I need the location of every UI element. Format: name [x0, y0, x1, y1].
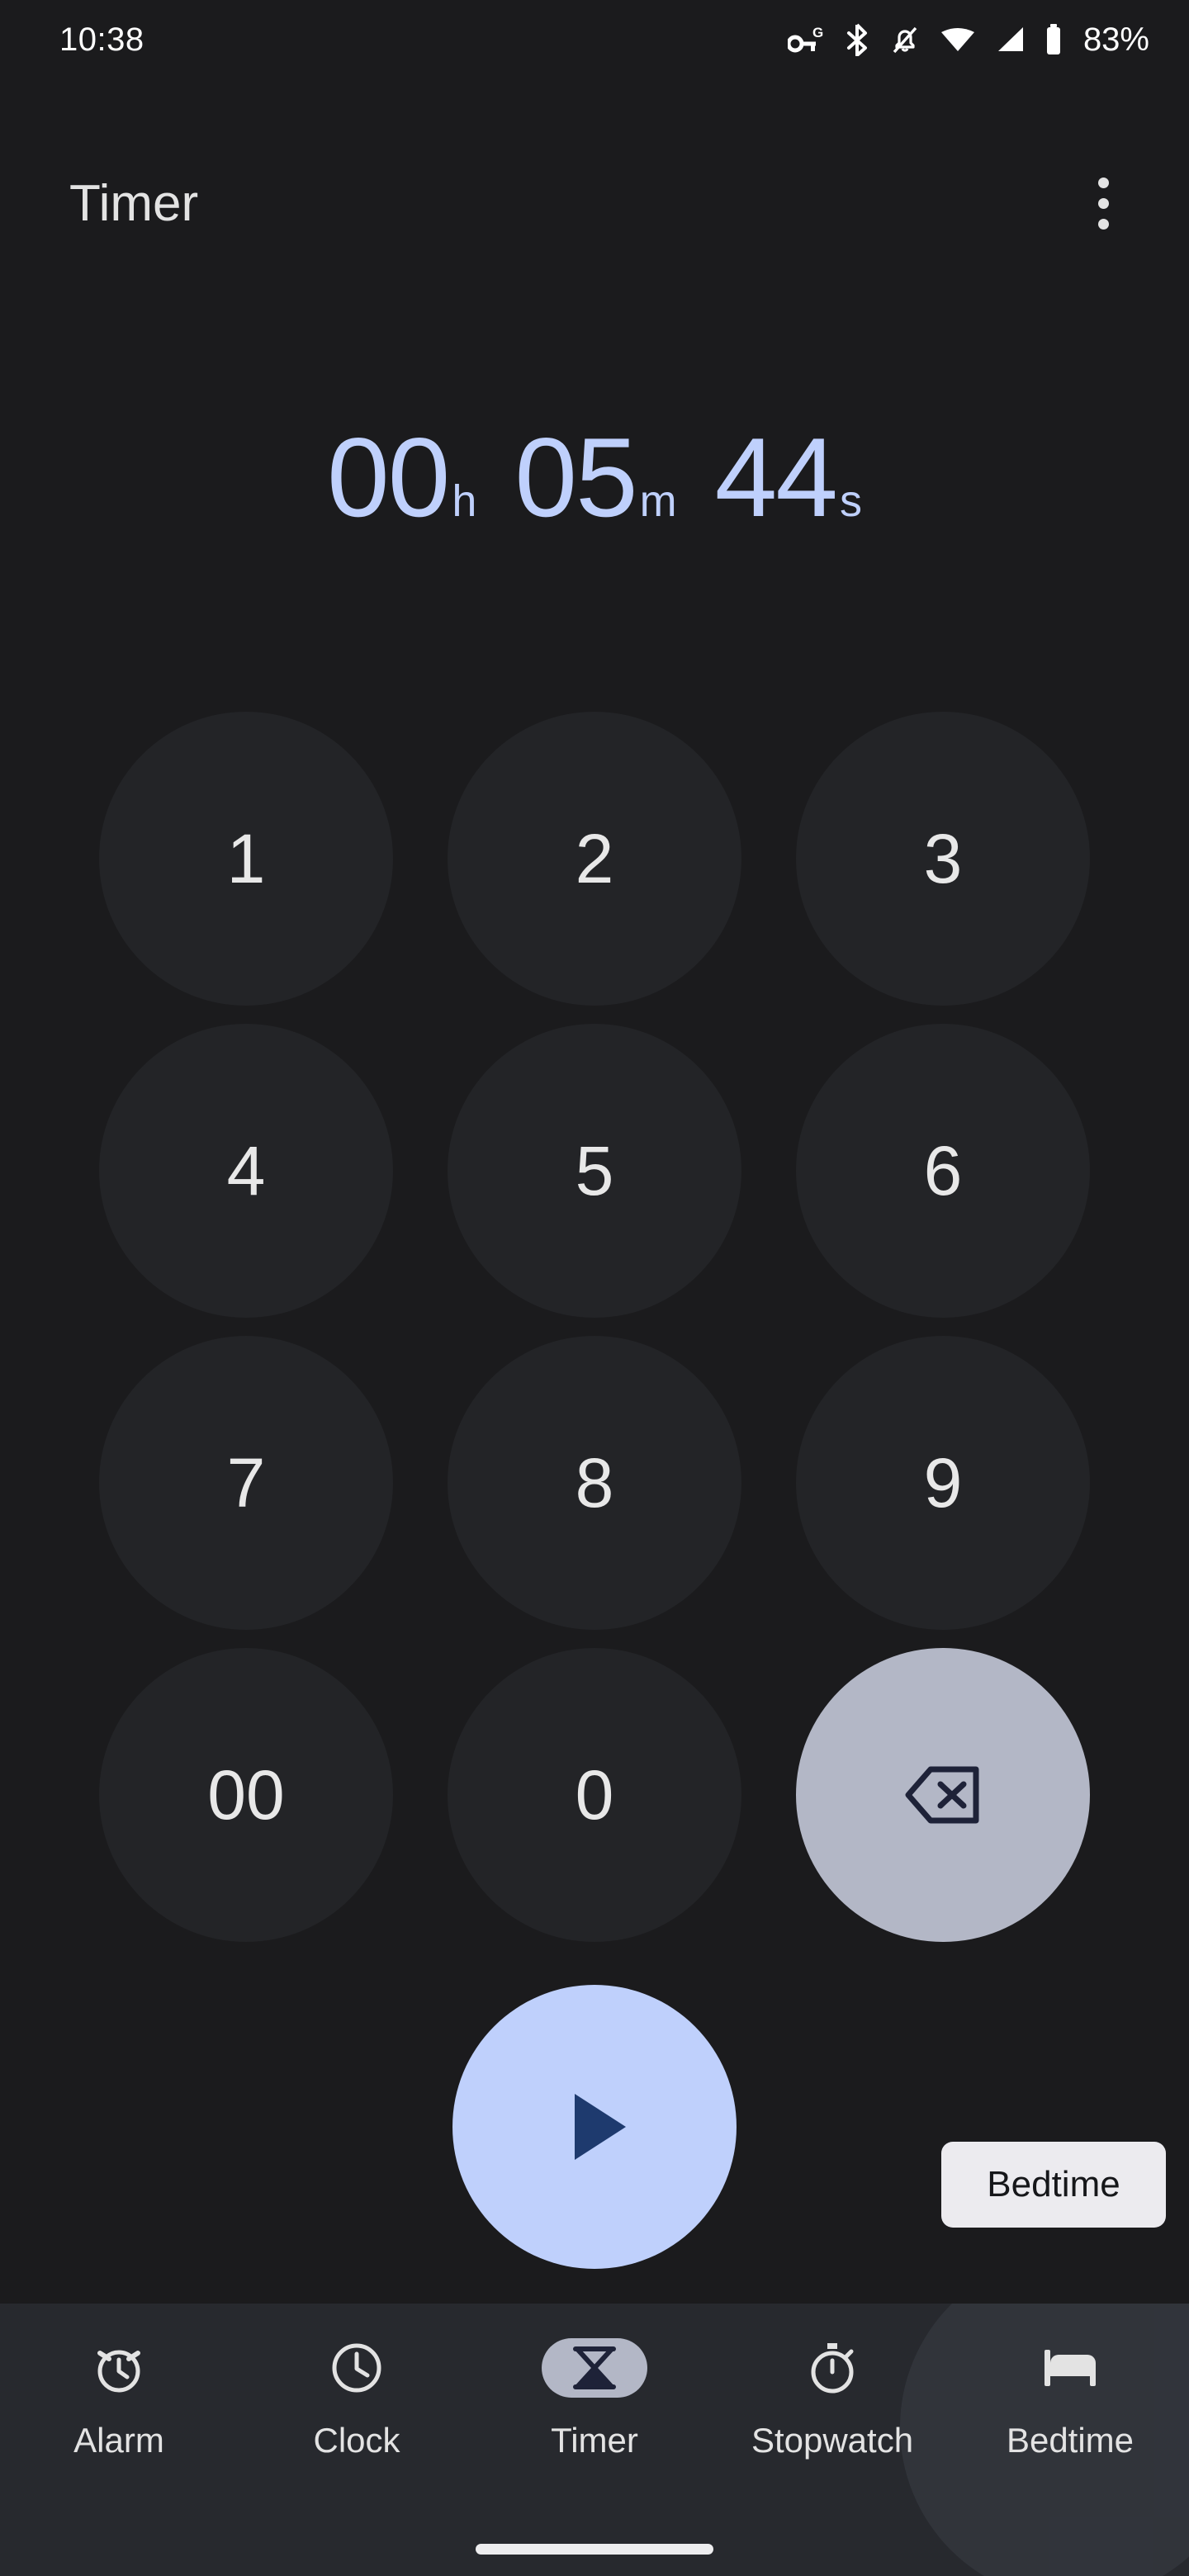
cellular-signal-icon — [997, 27, 1023, 51]
key-5[interactable]: 5 — [448, 1024, 741, 1318]
timer-app-screen: 10:38 G 83% Timer 00 h 05 m 44 s 1 2 3 4… — [0, 0, 1189, 2576]
key-label: 7 — [226, 1444, 266, 1522]
key-1[interactable]: 1 — [99, 712, 393, 1006]
nav-clock[interactable]: Clock — [238, 2338, 476, 2460]
key-label: 00 — [207, 1756, 285, 1834]
nav-stopwatch[interactable]: Stopwatch — [713, 2338, 951, 2460]
key-7[interactable]: 7 — [99, 1336, 393, 1630]
timer-minutes-unit: m — [639, 476, 677, 526]
wifi-icon — [940, 28, 974, 51]
key-8[interactable]: 8 — [448, 1336, 741, 1630]
hourglass-icon — [573, 2346, 616, 2389]
bottom-navigation-bar: Alarm Clock Timer Stopwatch Bedtime — [0, 2304, 1189, 2576]
key-3[interactable]: 3 — [796, 712, 1090, 1006]
more-vert-icon[interactable] — [1063, 163, 1143, 243]
key-2[interactable]: 2 — [448, 712, 741, 1006]
bed-icon — [1045, 2350, 1096, 2386]
nav-item-label: Alarm — [73, 2421, 164, 2460]
vpn-key-g-icon: G — [787, 26, 823, 53]
clock-icon — [332, 2343, 381, 2393]
timer-hours-value: 00 — [327, 414, 450, 540]
key-label: 9 — [923, 1444, 963, 1522]
nav-item-label: Stopwatch — [751, 2421, 914, 2460]
overflow-dot — [1097, 177, 1109, 188]
backspace-icon — [905, 1766, 979, 1824]
stopwatch-icon — [811, 2343, 854, 2394]
key-4[interactable]: 4 — [99, 1024, 393, 1318]
play-icon — [575, 2094, 626, 2160]
key-label: 8 — [575, 1444, 614, 1522]
bedtime-tooltip: Bedtime — [941, 2142, 1166, 2228]
key-label: 3 — [923, 820, 963, 897]
status-bar-icons: G 83% — [787, 21, 1149, 59]
nav-icon-slot — [304, 2338, 410, 2398]
nav-icon-slot — [66, 2338, 172, 2398]
nav-icon-slot — [779, 2338, 885, 2398]
key-label: 5 — [575, 1132, 614, 1210]
key-6[interactable]: 6 — [796, 1024, 1090, 1318]
battery-percent-label: 83% — [1082, 21, 1149, 58]
bottom-nav-items: Alarm Clock Timer Stopwatch Bedtime — [0, 2304, 1189, 2576]
key-label: 0 — [575, 1756, 614, 1834]
timer-seconds-group: 44 s — [715, 421, 862, 533]
timer-seconds-value: 44 — [714, 414, 838, 540]
nav-item-label: Clock — [313, 2421, 400, 2460]
nav-alarm[interactable]: Alarm — [0, 2338, 238, 2460]
key-label: 6 — [923, 1132, 963, 1210]
key-double-zero[interactable]: 00 — [99, 1648, 393, 1942]
timer-minutes-group: 05 m — [514, 421, 676, 533]
key-label: 4 — [226, 1132, 266, 1210]
nav-timer[interactable]: Timer — [476, 2338, 713, 2460]
bluetooth-icon — [846, 23, 867, 56]
overflow-dot — [1097, 197, 1109, 209]
key-backspace[interactable] — [796, 1648, 1090, 1942]
key-label: 2 — [575, 820, 614, 897]
app-bar: Timer — [0, 145, 1189, 261]
key-0[interactable]: 0 — [448, 1648, 741, 1942]
alarm-clock-icon — [97, 2350, 140, 2393]
key-9[interactable]: 9 — [796, 1336, 1090, 1630]
start-timer-button[interactable] — [452, 1985, 737, 2269]
overflow-dot — [1097, 218, 1109, 230]
nav-selected-pill — [542, 2338, 647, 2398]
timer-seconds-unit: s — [839, 476, 862, 526]
timer-minutes-value: 05 — [514, 414, 637, 540]
timer-hours-group: 00 h — [327, 421, 476, 533]
notifications-muted-icon — [893, 26, 917, 54]
svg-text:G: G — [812, 26, 823, 40]
nav-bedtime[interactable]: Bedtime — [951, 2338, 1189, 2460]
status-bar-clock: 10:38 — [59, 21, 144, 58]
nav-item-label: Timer — [551, 2421, 638, 2460]
nav-item-label: Bedtime — [1006, 2421, 1135, 2460]
bedtime-tooltip-label: Bedtime — [987, 2164, 1120, 2204]
status-bar: 10:38 G 83% — [0, 0, 1189, 79]
timer-hours-unit: h — [452, 476, 477, 526]
key-label: 1 — [226, 820, 266, 897]
page-title: Timer — [69, 174, 199, 232]
numeric-keypad: 1 2 3 4 5 6 7 8 9 00 0 — [99, 712, 1090, 1942]
battery-icon — [1046, 24, 1060, 54]
nav-icon-slot — [1017, 2338, 1123, 2398]
timer-value-display[interactable]: 00 h 05 m 44 s — [0, 421, 1189, 570]
